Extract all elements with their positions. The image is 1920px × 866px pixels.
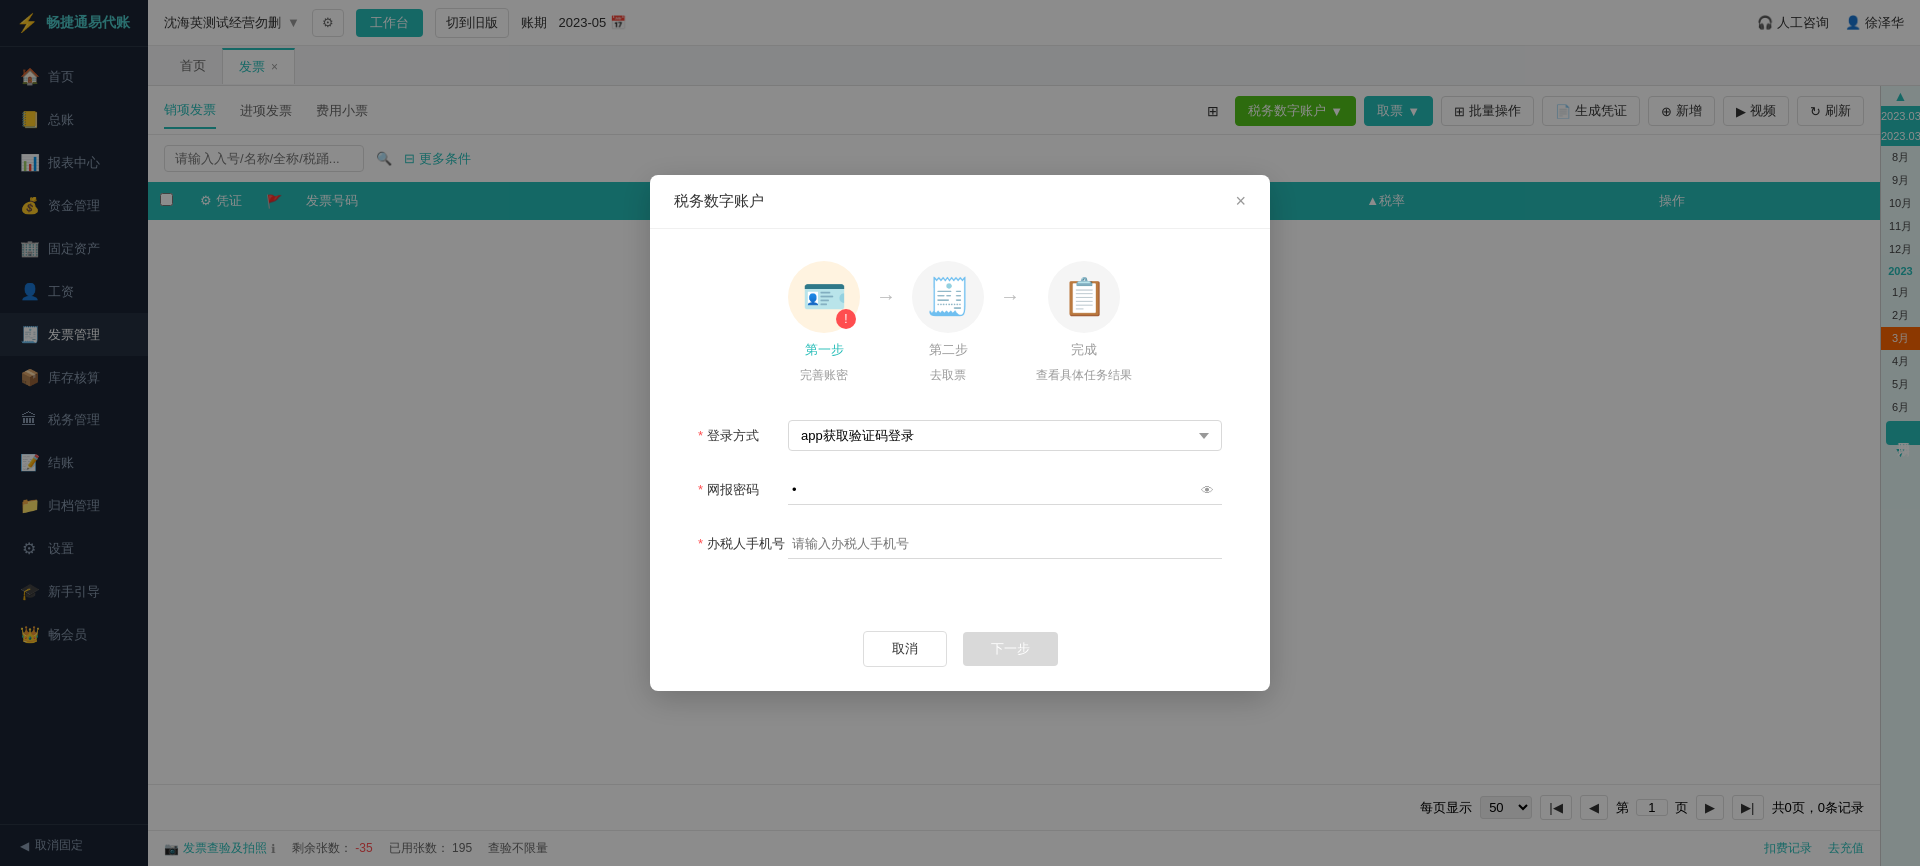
password-control: 👁 <box>788 475 1222 505</box>
modal-footer: 取消 下一步 <box>650 615 1270 691</box>
step-1-label: 第一步 <box>805 341 844 359</box>
login-method-row: * 登录方式 app获取验证码登录 账号密码登录 <box>698 420 1222 451</box>
step-2-label: 第二步 <box>929 341 968 359</box>
login-method-control: app获取验证码登录 账号密码登录 <box>788 420 1222 451</box>
step-2-desc: 去取票 <box>930 367 966 384</box>
modal-close-btn[interactable]: × <box>1235 191 1246 212</box>
step-1-badge: ! <box>836 309 856 329</box>
password-row: * 网报密码 👁 <box>698 475 1222 505</box>
step-3-icon-wrap: 📋 <box>1048 261 1120 333</box>
login-method-label: * 登录方式 <box>698 427 788 445</box>
step-2-icon-wrap: 🧾 <box>912 261 984 333</box>
modal-overlay: 税务数字账户 × 🪪 ! 第一步 完善账密 → <box>0 0 1920 866</box>
taxpayer-phone-input[interactable] <box>788 529 1222 559</box>
step-1: 🪪 ! 第一步 完善账密 <box>788 261 860 384</box>
password-toggle-eye-icon[interactable]: 👁 <box>1201 483 1214 498</box>
password-label: * 网报密码 <box>698 481 788 499</box>
step-arrow-1: → <box>860 261 912 308</box>
next-btn[interactable]: 下一步 <box>963 632 1058 666</box>
step-1-icon-wrap: 🪪 ! <box>788 261 860 333</box>
steps-indicator: 🪪 ! 第一步 完善账密 → 🧾 第二步 去取票 → <box>698 261 1222 384</box>
step-3: 📋 完成 查看具体任务结果 <box>1036 261 1132 384</box>
step-3-label: 完成 <box>1071 341 1097 359</box>
password-input[interactable] <box>788 475 1222 505</box>
taxpayer-phone-row: * 办税人手机号 <box>698 529 1222 559</box>
step-2: 🧾 第二步 去取票 <box>912 261 984 384</box>
modal-title: 税务数字账户 <box>674 192 764 211</box>
step-3-icon: 📋 <box>1062 276 1107 318</box>
step-2-icon: 🧾 <box>926 276 971 318</box>
step-arrow-2: → <box>984 261 1036 308</box>
modal-header: 税务数字账户 × <box>650 175 1270 229</box>
modal-body: 🪪 ! 第一步 完善账密 → 🧾 第二步 去取票 → <box>650 229 1270 615</box>
taxpayer-phone-label: * 办税人手机号 <box>698 535 788 553</box>
cancel-btn[interactable]: 取消 <box>863 631 947 667</box>
tax-digital-modal: 税务数字账户 × 🪪 ! 第一步 完善账密 → <box>650 175 1270 691</box>
step-1-desc: 完善账密 <box>800 367 848 384</box>
taxpayer-phone-control <box>788 529 1222 559</box>
step-3-desc: 查看具体任务结果 <box>1036 367 1132 384</box>
login-method-select[interactable]: app获取验证码登录 账号密码登录 <box>788 420 1222 451</box>
